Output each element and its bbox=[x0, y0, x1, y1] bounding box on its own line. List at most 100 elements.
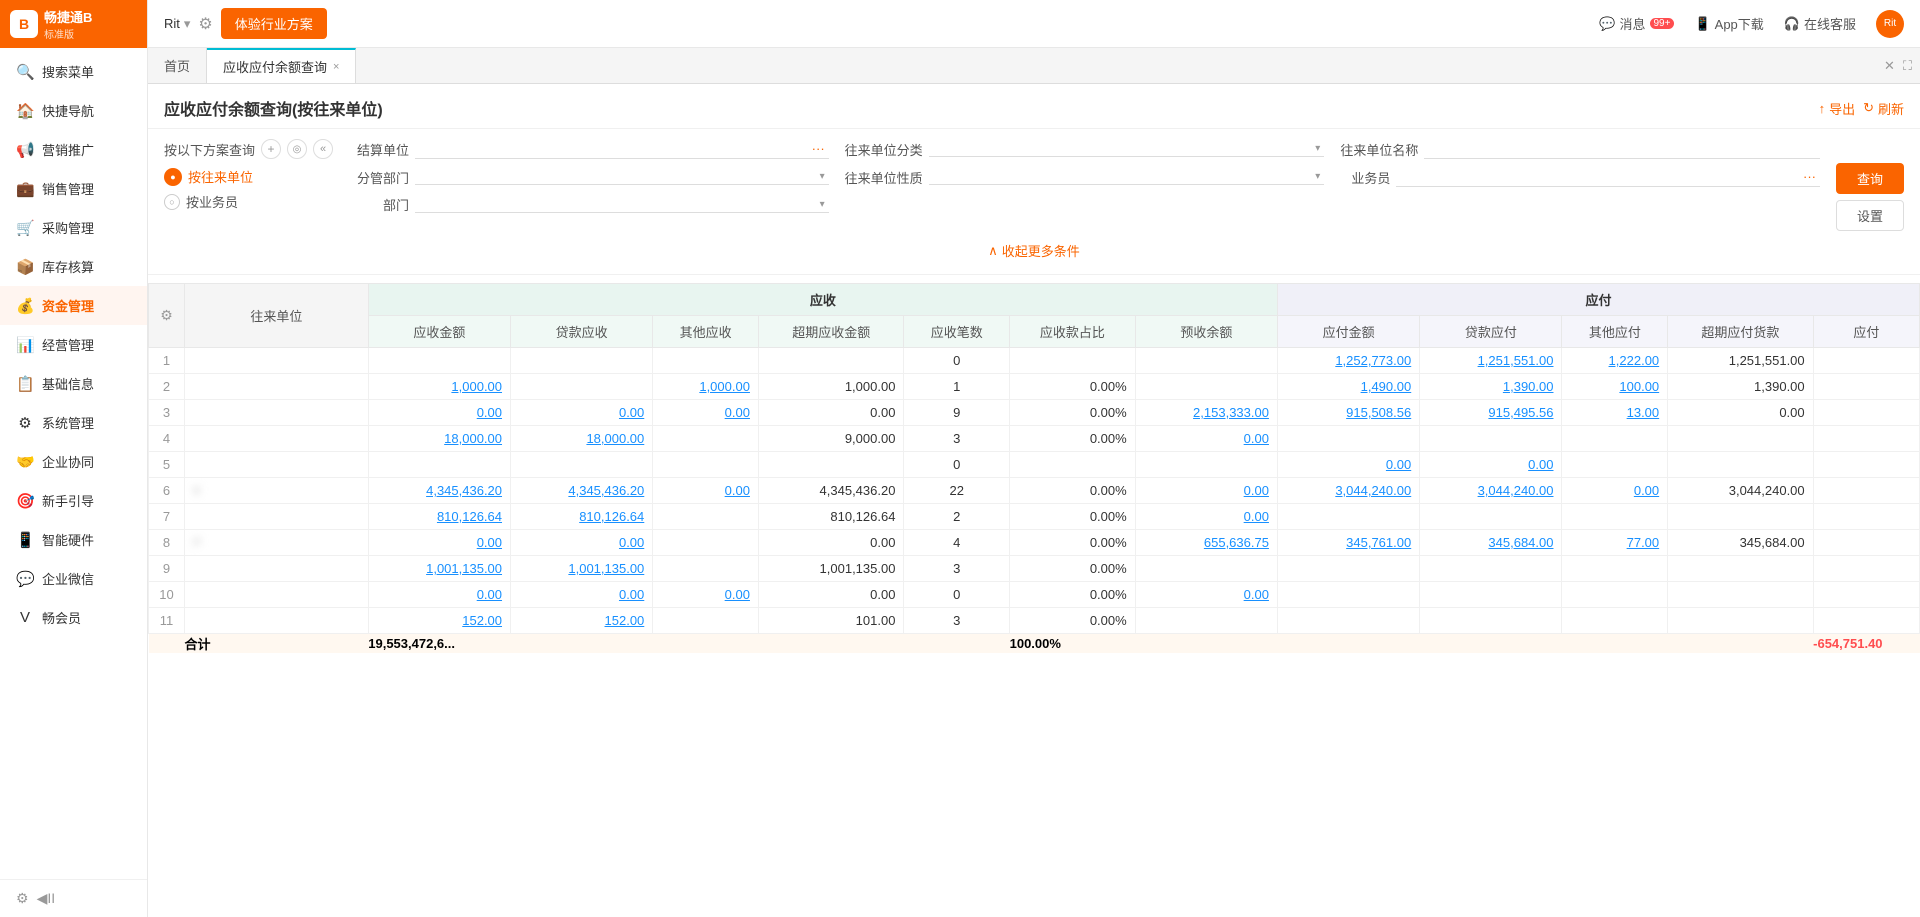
header-gear-icon[interactable]: ⚙ bbox=[198, 14, 212, 34]
ar-amount-link[interactable]: 1,000.00 bbox=[451, 379, 502, 394]
ap-amount[interactable]: 345,761.00 bbox=[1277, 530, 1419, 556]
sidebar-item-wechat[interactable]: 💬 企业微信 bbox=[0, 559, 147, 598]
ar-loan-link[interactable]: 0.00 bbox=[619, 405, 644, 420]
salesperson-input[interactable]: ··· bbox=[1396, 167, 1820, 187]
advance-link[interactable]: 655,636.75 bbox=[1204, 535, 1269, 550]
ar-loan-link[interactable]: 810,126.64 bbox=[579, 509, 644, 524]
sidebar-item-hardware[interactable]: 📱 智能硬件 bbox=[0, 520, 147, 559]
settlement-unit-input[interactable]: ··· bbox=[415, 139, 829, 159]
collapse-icon[interactable]: « bbox=[313, 139, 333, 159]
advance[interactable]: 655,636.75 bbox=[1135, 530, 1277, 556]
ar-amount[interactable]: 1,001,135.00 bbox=[368, 556, 510, 582]
ap-amount[interactable]: 3,044,240.00 bbox=[1277, 478, 1419, 504]
sidebar-item-system[interactable]: ⚙ 系统管理 bbox=[0, 403, 147, 442]
ar-other[interactable]: 0.00 bbox=[653, 478, 759, 504]
ar-other-link[interactable]: 1,000.00 bbox=[699, 379, 750, 394]
partner-name-input[interactable] bbox=[1424, 139, 1820, 159]
advance-link[interactable]: 0.00 bbox=[1244, 587, 1269, 602]
query-button[interactable]: 查询 bbox=[1836, 163, 1904, 194]
ar-amount[interactable]: 4,345,436.20 bbox=[368, 478, 510, 504]
company-selector[interactable]: Rit ▾ bbox=[164, 16, 190, 32]
ar-loan[interactable]: 0.00 bbox=[511, 530, 653, 556]
ar-loan-link[interactable]: 0.00 bbox=[619, 587, 644, 602]
ar-loan[interactable]: 4,345,436.20 bbox=[511, 478, 653, 504]
ap-amount-link[interactable]: 345,761.00 bbox=[1346, 535, 1411, 550]
ap-other[interactable]: 0.00 bbox=[1562, 478, 1668, 504]
tab-active[interactable]: 应收应付余额查询 × bbox=[207, 48, 356, 83]
sidebar-item-guide[interactable]: 🎯 新手引导 bbox=[0, 481, 147, 520]
collapse-more-btn[interactable]: ∧ 收起更多条件 bbox=[988, 241, 1080, 260]
ap-amount-link[interactable]: 1,252,773.00 bbox=[1335, 353, 1411, 368]
ap-loan-link[interactable]: 915,495.56 bbox=[1488, 405, 1553, 420]
ap-amount-link[interactable]: 915,508.56 bbox=[1346, 405, 1411, 420]
ap-other[interactable]: 13.00 bbox=[1562, 400, 1668, 426]
sidebar-settings-btn[interactable]: ⚙ bbox=[16, 890, 29, 907]
ap-amount[interactable]: 915,508.56 bbox=[1277, 400, 1419, 426]
ar-amount[interactable]: 0.00 bbox=[368, 582, 510, 608]
sidebar-item-marketing[interactable]: 📢 营销推广 bbox=[0, 130, 147, 169]
ap-amount[interactable]: 1,252,773.00 bbox=[1277, 348, 1419, 374]
ar-loan-link[interactable]: 18,000.00 bbox=[586, 431, 644, 446]
solution-button[interactable]: 体验行业方案 bbox=[221, 8, 327, 39]
option-by-partner[interactable]: ● 按往来单位 bbox=[164, 167, 333, 186]
ap-loan[interactable]: 0.00 bbox=[1420, 452, 1562, 478]
sidebar-item-finance[interactable]: 💰 资金管理 bbox=[0, 286, 147, 325]
ar-amount[interactable]: 0.00 bbox=[368, 530, 510, 556]
ar-loan[interactable]: 810,126.64 bbox=[511, 504, 653, 530]
ap-loan[interactable]: 915,495.56 bbox=[1420, 400, 1562, 426]
ap-other-link[interactable]: 77.00 bbox=[1627, 535, 1660, 550]
ar-other-link[interactable]: 0.00 bbox=[725, 483, 750, 498]
ap-loan[interactable]: 3,044,240.00 bbox=[1420, 478, 1562, 504]
ar-other-link[interactable]: 0.00 bbox=[725, 405, 750, 420]
ar-amount-link[interactable]: 152.00 bbox=[462, 613, 502, 628]
ar-loan[interactable]: 18,000.00 bbox=[511, 426, 653, 452]
ar-amount[interactable]: 18,000.00 bbox=[368, 426, 510, 452]
chevron-down-icon[interactable]: ▾ bbox=[184, 16, 191, 32]
ar-amount-link[interactable]: 18,000.00 bbox=[444, 431, 502, 446]
ap-other[interactable]: 1,222.00 bbox=[1562, 348, 1668, 374]
advance[interactable]: 0.00 bbox=[1135, 582, 1277, 608]
ar-other[interactable]: 0.00 bbox=[653, 400, 759, 426]
ar-amount[interactable]: 152.00 bbox=[368, 608, 510, 634]
ap-loan[interactable]: 1,251,551.00 bbox=[1420, 348, 1562, 374]
ap-loan-link[interactable]: 1,390.00 bbox=[1503, 379, 1554, 394]
advance[interactable]: 2,153,333.00 bbox=[1135, 400, 1277, 426]
ap-amount[interactable]: 1,490.00 bbox=[1277, 374, 1419, 400]
sidebar-item-sales[interactable]: 💼 销售管理 bbox=[0, 169, 147, 208]
advance-link[interactable]: 0.00 bbox=[1244, 483, 1269, 498]
ar-other-link[interactable]: 0.00 bbox=[725, 587, 750, 602]
target-icon[interactable]: ◎ bbox=[287, 139, 307, 159]
ar-amount-link[interactable]: 810,126.64 bbox=[437, 509, 502, 524]
window-close-icon[interactable]: ✕ bbox=[1884, 58, 1895, 74]
ar-other[interactable]: 0.00 bbox=[653, 582, 759, 608]
ar-loan-link[interactable]: 1,001,135.00 bbox=[568, 561, 644, 576]
ar-loan-link[interactable]: 152.00 bbox=[605, 613, 645, 628]
option-by-salesperson[interactable]: ○ 按业务员 bbox=[164, 192, 333, 211]
ap-other-link[interactable]: 100.00 bbox=[1619, 379, 1659, 394]
ap-loan[interactable]: 345,684.00 bbox=[1420, 530, 1562, 556]
table-gear-icon[interactable]: ⚙ bbox=[160, 307, 173, 323]
ar-amount-link[interactable]: 0.00 bbox=[477, 535, 502, 550]
ar-loan[interactable]: 0.00 bbox=[511, 400, 653, 426]
advance-link[interactable]: 0.00 bbox=[1244, 509, 1269, 524]
advance[interactable]: 0.00 bbox=[1135, 478, 1277, 504]
ar-loan-link[interactable]: 4,345,436.20 bbox=[568, 483, 644, 498]
ar-amount-link[interactable]: 0.00 bbox=[477, 587, 502, 602]
messages-action[interactable]: 💬 消息 99+ bbox=[1599, 14, 1674, 33]
ap-loan-link[interactable]: 3,044,240.00 bbox=[1478, 483, 1554, 498]
advance-link[interactable]: 0.00 bbox=[1244, 431, 1269, 446]
ar-amount[interactable]: 810,126.64 bbox=[368, 504, 510, 530]
sidebar-item-operations[interactable]: 📊 经营管理 bbox=[0, 325, 147, 364]
sidebar-item-quicknav[interactable]: 🏠 快捷导航 bbox=[0, 91, 147, 130]
settings-button[interactable]: 设置 bbox=[1836, 200, 1904, 231]
ap-loan-link[interactable]: 0.00 bbox=[1528, 457, 1553, 472]
partner-nature-select[interactable]: ▾ bbox=[929, 169, 1325, 185]
ap-other[interactable]: 77.00 bbox=[1562, 530, 1668, 556]
ar-amount[interactable]: 1,000.00 bbox=[368, 374, 510, 400]
ar-other[interactable]: 1,000.00 bbox=[653, 374, 759, 400]
ar-amount-link[interactable]: 1,001,135.00 bbox=[426, 561, 502, 576]
sidebar-item-purchase[interactable]: 🛒 采购管理 bbox=[0, 208, 147, 247]
ap-amount[interactable]: 0.00 bbox=[1277, 452, 1419, 478]
app-download-action[interactable]: 📱 App下载 bbox=[1694, 14, 1763, 33]
advance-link[interactable]: 2,153,333.00 bbox=[1193, 405, 1269, 420]
